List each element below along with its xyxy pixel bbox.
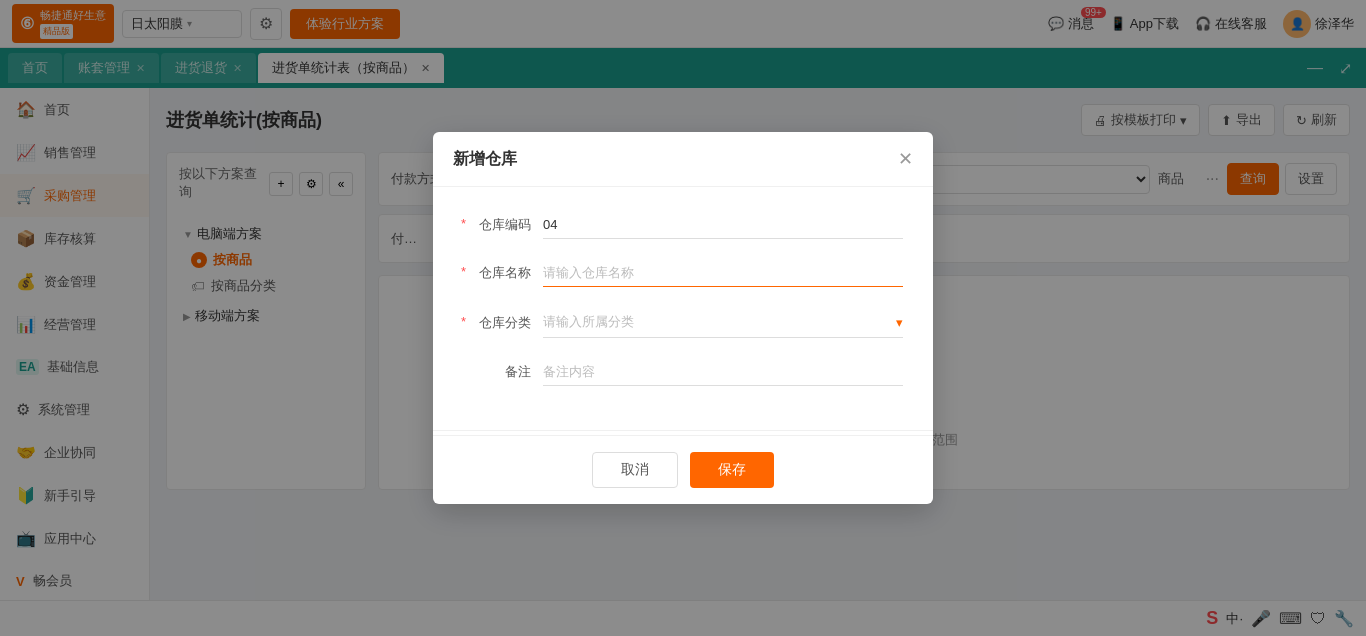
form-row-code: 仓库编码 [463,211,903,239]
modal-overlay[interactable]: 新增仓库 ✕ 仓库编码 仓库名称 仓库分类 请输入所属分类 ▾ [0,0,1366,636]
note-input[interactable] [543,358,903,386]
modal-title: 新增仓库 [453,149,517,170]
note-label: 备注 [463,363,543,381]
category-label: 仓库分类 [463,314,543,332]
modal-body: 仓库编码 仓库名称 仓库分类 请输入所属分类 ▾ 备注 [433,187,933,430]
code-input[interactable] [543,211,903,239]
name-label: 仓库名称 [463,264,543,282]
form-row-category: 仓库分类 请输入所属分类 ▾ [463,307,903,338]
category-select[interactable]: 请输入所属分类 ▾ [543,307,903,338]
modal-footer: 取消 保存 [433,435,933,504]
new-warehouse-modal: 新增仓库 ✕ 仓库编码 仓库名称 仓库分类 请输入所属分类 ▾ [433,132,933,504]
save-button[interactable]: 保存 [690,452,774,488]
cancel-button[interactable]: 取消 [592,452,678,488]
category-placeholder: 请输入所属分类 [543,313,634,331]
form-row-name: 仓库名称 [463,259,903,287]
category-chevron-icon: ▾ [896,315,903,330]
modal-close-button[interactable]: ✕ [898,148,913,170]
code-label: 仓库编码 [463,216,543,234]
modal-divider [433,430,933,431]
name-input[interactable] [543,259,903,287]
form-row-note: 备注 [463,358,903,386]
modal-header: 新增仓库 ✕ [433,132,933,187]
